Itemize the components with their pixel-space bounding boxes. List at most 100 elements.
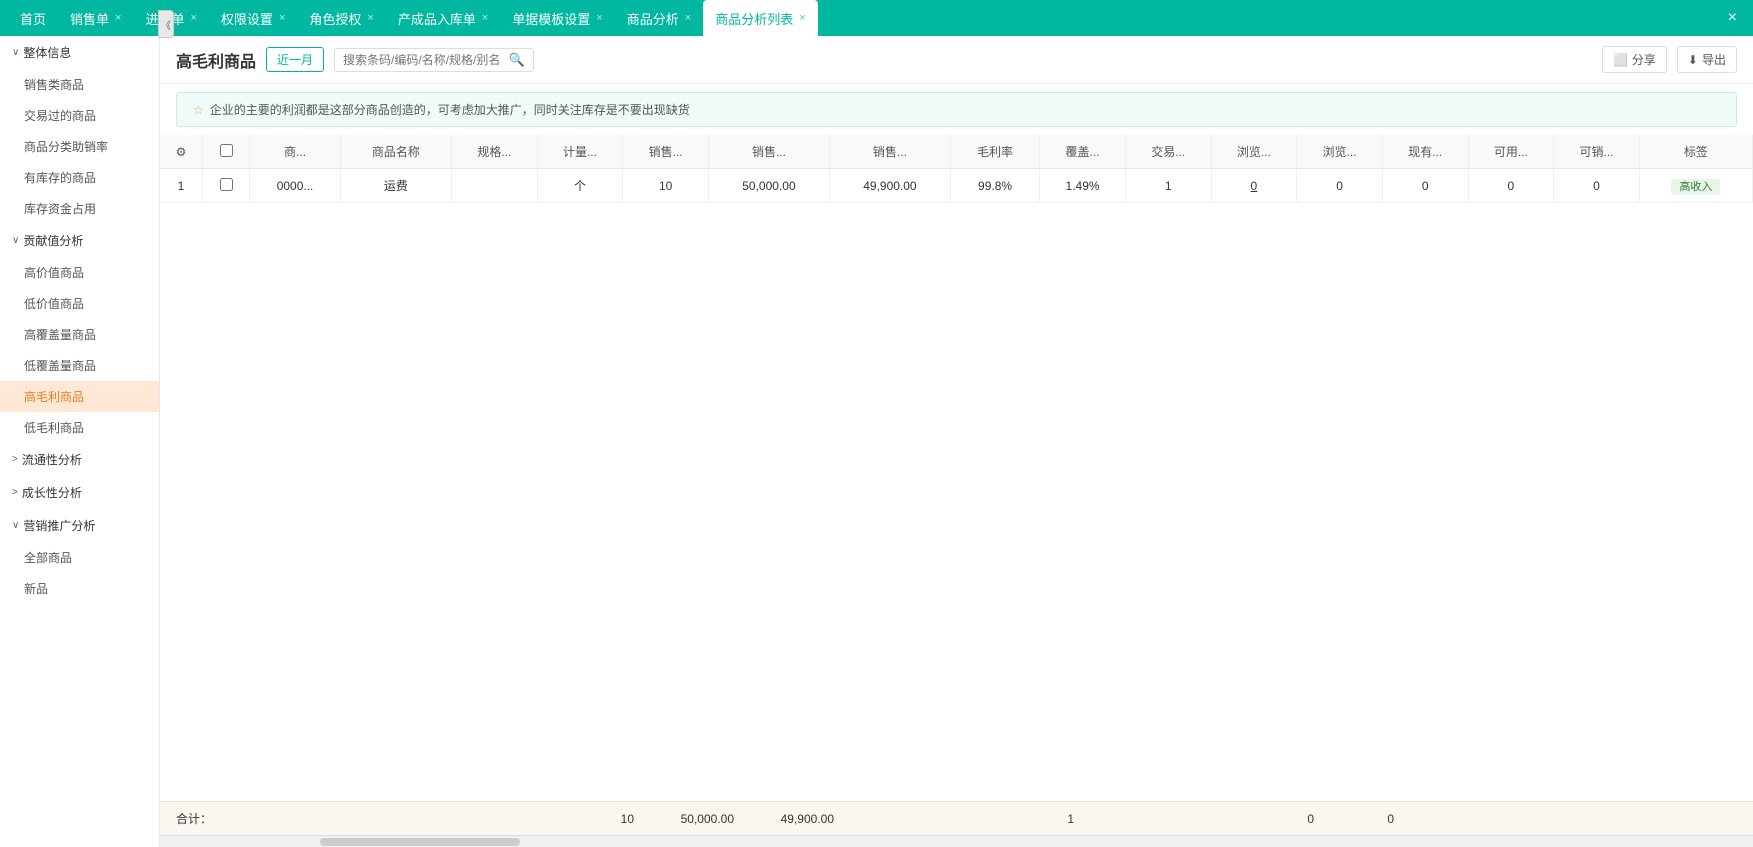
sidebar-item-低毛利商品[interactable]: 低毛利商品 [0, 412, 159, 443]
sidebar-item-有库存的商品[interactable]: 有库存的商品 [0, 162, 159, 193]
col-resize-handle[interactable] [336, 135, 340, 168]
col-resize-handle[interactable] [447, 135, 451, 168]
col-resize-handle[interactable] [618, 135, 622, 168]
sidebar-collapse-button[interactable]: 《 [158, 10, 174, 38]
col-resize-handle[interactable] [533, 135, 537, 168]
col-header-available[interactable]: 可用... [1468, 135, 1554, 169]
col-header-sellable[interactable]: 可销... [1554, 135, 1640, 169]
sidebar-group-整体信息[interactable]: ∨整体信息 [0, 36, 159, 69]
col-resize-handle[interactable] [1292, 135, 1296, 168]
sidebar-item-高毛利商品[interactable]: 高毛利商品 [0, 381, 159, 412]
cell-sales_amount: 50,000.00 [708, 169, 829, 203]
nav-close-icon[interactable]: × [279, 12, 285, 24]
col-resize-handle[interactable] [1549, 135, 1553, 168]
settings-icon[interactable]: ⚙ [176, 145, 187, 159]
sidebar-group-流通性分析[interactable]: >流通性分析 [0, 443, 159, 476]
sidebar-item-低价值商品[interactable]: 低价值商品 [0, 288, 159, 319]
col-label-views2: 浏览... [1323, 145, 1357, 159]
nav-close-icon[interactable]: × [685, 12, 691, 24]
footer-label: 合计： [176, 810, 212, 827]
select-all-checkbox[interactable] [220, 144, 233, 157]
col-resize-handle[interactable] [825, 135, 829, 168]
sidebar: ∨整体信息销售类商品交易过的商品商品分类助销率有库存的商品库存资金占用∨贡献值分… [0, 36, 160, 847]
col-header-coverage[interactable]: 覆盖... [1040, 135, 1126, 169]
nav-close-icon[interactable]: × [115, 12, 121, 24]
sidebar-item-低覆盖量商品[interactable]: 低覆盖量商品 [0, 350, 159, 381]
col-resize-handle[interactable] [1464, 135, 1468, 168]
col-header-sales_amount[interactable]: 销售... [708, 135, 829, 169]
cell-tag: 高收入 [1639, 169, 1752, 203]
sidebar-group-营销推广分析[interactable]: ∨营销推广分析 [0, 509, 159, 542]
sidebar-item-高价值商品[interactable]: 高价值商品 [0, 257, 159, 288]
search-input[interactable] [343, 53, 509, 67]
export-button[interactable]: ⬇ 导出 [1677, 46, 1737, 73]
nav-close-icon[interactable]: × [799, 12, 805, 24]
col-label-code: 商... [284, 145, 306, 159]
page-title: 高毛利商品 [176, 48, 256, 72]
nav-close-icon[interactable]: × [596, 12, 602, 24]
col-label-sales_amount: 销售... [752, 145, 786, 159]
sidebar-item-高覆盖量商品[interactable]: 高覆盖量商品 [0, 319, 159, 350]
nav-item-产成品入库单[interactable]: 产成品入库单× [386, 0, 500, 36]
col-header-views2[interactable]: 浏览... [1297, 135, 1383, 169]
col-header-name[interactable]: 商品名称 [340, 135, 451, 169]
scrollbar-thumb[interactable] [320, 838, 520, 846]
col-resize-handle[interactable] [1378, 135, 1382, 168]
share-button[interactable]: ⬜ 分享 [1602, 46, 1667, 73]
col-resize-handle[interactable] [1121, 135, 1125, 168]
info-icon: ☆ [193, 103, 204, 117]
data-table-container: ⚙商...商品名称规格...计量...销售...销售...销售...毛利率覆盖.… [160, 135, 1753, 801]
export-icon: ⬇ [1688, 53, 1698, 67]
sidebar-item-全部商品[interactable]: 全部商品 [0, 542, 159, 573]
share-icon: ⬜ [1613, 53, 1628, 67]
nav-item-商品分析[interactable]: 商品分析× [615, 0, 703, 36]
col-header-transactions[interactable]: 交易... [1125, 135, 1211, 169]
nav-item-权限设置[interactable]: 权限设置× [209, 0, 297, 36]
col-header-tag[interactable]: 标签 [1639, 135, 1752, 169]
col-header-gross_margin[interactable]: 毛利率 [950, 135, 1039, 169]
sidebar-item-销售类商品[interactable]: 销售类商品 [0, 69, 159, 100]
col-header-current_stock[interactable]: 现有... [1382, 135, 1468, 169]
nav-item-商品分析列表[interactable]: 商品分析列表× [703, 0, 817, 36]
window-close-button[interactable]: × [1720, 9, 1745, 27]
col-label-name: 商品名称 [372, 145, 420, 159]
sidebar-group-贡献值分析[interactable]: ∨贡献值分析 [0, 224, 159, 257]
cell-sellable: 0 [1554, 169, 1640, 203]
cell-code: 0000... [250, 169, 341, 203]
nav-close-icon[interactable]: × [482, 12, 488, 24]
nav-item-首页[interactable]: 首页 [8, 0, 58, 36]
sidebar-item-库存资金占用[interactable]: 库存资金占用 [0, 193, 159, 224]
views-link[interactable]: 0 [1251, 179, 1258, 193]
date-filter-button[interactable]: 近一月 [266, 47, 324, 72]
sidebar-item-商品分类助销率[interactable]: 商品分类助销率 [0, 131, 159, 162]
col-header-code[interactable]: 商... [250, 135, 341, 169]
nav-close-icon[interactable]: × [367, 12, 373, 24]
row-checkbox[interactable] [220, 178, 233, 191]
data-table: ⚙商...商品名称规格...计量...销售...销售...销售...毛利率覆盖.… [160, 135, 1753, 203]
col-resize-handle[interactable] [1635, 135, 1639, 168]
nav-item-角色授权[interactable]: 角色授权× [297, 0, 385, 36]
col-resize-handle[interactable] [1035, 135, 1039, 168]
col-header-settings[interactable]: ⚙ [160, 135, 202, 169]
col-header-sales_qty[interactable]: 销售... [623, 135, 709, 169]
col-header-views1[interactable]: 浏览... [1211, 135, 1297, 169]
nav-item-单据模板设置[interactable]: 单据模板设置× [500, 0, 614, 36]
nav-close-icon[interactable]: × [190, 12, 196, 24]
col-label-gross_margin: 毛利率 [977, 145, 1013, 159]
horizontal-scrollbar[interactable] [160, 835, 1753, 847]
top-nav: 首页销售单×进货单×权限设置×角色授权×产成品入库单×单据模板设置×商品分析×商… [0, 0, 1753, 36]
sidebar-group-成长性分析[interactable]: >成长性分析 [0, 476, 159, 509]
col-resize-handle[interactable] [946, 135, 950, 168]
col-resize-handle[interactable] [1207, 135, 1211, 168]
footer-transactions: 1 [1002, 812, 1082, 826]
col-resize-handle[interactable] [704, 135, 708, 168]
sidebar-item-新品[interactable]: 新品 [0, 573, 159, 604]
col-header-sales_profit[interactable]: 销售... [829, 135, 950, 169]
col-resize-handle[interactable] [1748, 135, 1752, 168]
search-icon[interactable]: 🔍 [509, 52, 525, 68]
sidebar-item-交易过的商品[interactable]: 交易过的商品 [0, 100, 159, 131]
col-header-spec[interactable]: 规格... [452, 135, 538, 169]
col-header-unit[interactable]: 计量... [537, 135, 623, 169]
col-header-checkbox[interactable] [202, 135, 249, 169]
nav-item-销售单[interactable]: 销售单× [58, 0, 133, 36]
